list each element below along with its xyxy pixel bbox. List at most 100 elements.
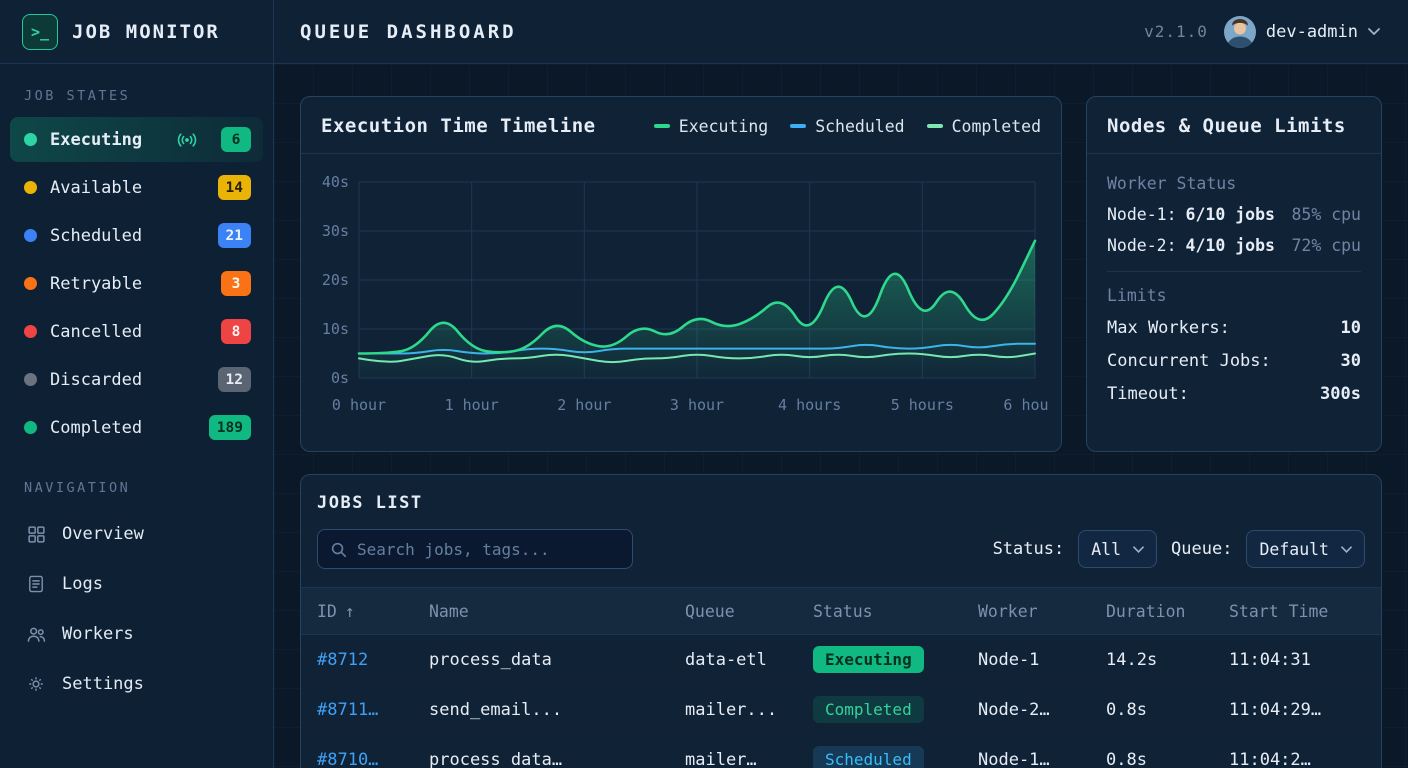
node-jobs: 4/10 jobs xyxy=(1185,236,1275,255)
sidebar-item-overview[interactable]: Overview xyxy=(0,509,273,559)
svg-text:20s: 20s xyxy=(322,271,349,289)
sidebar-state-item[interactable]: Retryable 3 xyxy=(10,261,263,306)
column-header-name[interactable]: Name xyxy=(429,602,685,621)
legend-swatch xyxy=(653,124,670,128)
main-content: Execution Time Timeline Executing Schedu… xyxy=(274,64,1408,768)
sidebar-state-item[interactable]: Scheduled 21 xyxy=(10,213,263,258)
cell-name: process_data xyxy=(429,649,552,670)
column-header-id[interactable]: ID ↑ xyxy=(317,602,429,621)
node-cpu: 85% cpu xyxy=(1291,205,1361,224)
cell-id: #8712 xyxy=(317,649,369,670)
limit-value: 10 xyxy=(1340,318,1361,338)
state-label: Completed xyxy=(50,417,143,438)
cell-start: 11:04:31 xyxy=(1229,649,1311,670)
gear-icon xyxy=(26,675,46,693)
svg-text:5 hours: 5 hours xyxy=(891,396,954,414)
cell-worker: Node-2… xyxy=(978,699,1050,720)
node-name: Node-1: xyxy=(1107,205,1177,224)
nav-list: Overview Logs Workers Settings xyxy=(0,509,273,709)
column-label: Status xyxy=(813,601,873,621)
state-count-badge: 12 xyxy=(217,367,251,392)
sidebar-state-item[interactable]: Available 14 xyxy=(10,165,263,210)
limit-row: Timeout: 300s xyxy=(1107,384,1361,404)
cell-duration: 14.2s xyxy=(1106,649,1158,670)
user-menu[interactable]: dev-admin xyxy=(1223,15,1380,48)
state-label: Discarded xyxy=(50,369,143,390)
cell-id: #8711… xyxy=(317,699,379,720)
status-filter-label: Status: xyxy=(992,539,1065,559)
svg-text:6 hours: 6 hours xyxy=(1003,396,1049,414)
cell-start: 11:04:29… xyxy=(1229,699,1322,720)
cell-name: process_data… xyxy=(429,749,563,768)
topbar: >_ JOB MONITOR QUEUE DASHBOARD v2.1.0 de… xyxy=(0,0,1408,64)
sidebar-state-item[interactable]: Completed 189 xyxy=(10,405,263,450)
chart-legend: Executing Scheduled Completed xyxy=(653,116,1041,136)
sidebar-state-item[interactable]: Discarded 12 xyxy=(10,357,263,402)
timeline-chart-svg: 0s 10s 20s 30s 40s 0 hour 1 hour 2 hour 3 hour 4 … xyxy=(322,173,1049,414)
sidebar-state-item[interactable]: Cancelled 8 xyxy=(10,309,263,354)
table-row[interactable]: #8711… send_email... mailer... Completed… xyxy=(301,685,1381,735)
limit-label: Max Workers: xyxy=(1107,318,1230,338)
search-icon xyxy=(330,541,347,558)
column-header-status[interactable]: Status xyxy=(813,602,978,621)
table-row[interactable]: #8712 process_data data-etl Executing No… xyxy=(301,635,1381,685)
column-header-start-time[interactable]: Start Time xyxy=(1229,602,1381,621)
column-label: Duration xyxy=(1106,601,1186,621)
sidebar-item-workers[interactable]: Workers xyxy=(0,609,273,659)
limit-row: Max Workers: 10 xyxy=(1107,318,1361,338)
timeline-title: Execution Time Timeline xyxy=(321,115,596,137)
legend-label: Executing xyxy=(678,116,769,136)
state-dot xyxy=(24,133,37,146)
legend-swatch xyxy=(790,124,807,128)
state-label: Cancelled xyxy=(50,321,143,342)
sidebar-state-item[interactable]: Executing 6 xyxy=(10,117,263,162)
limit-value: 300s xyxy=(1320,384,1361,404)
chevron-down-icon xyxy=(1368,28,1380,35)
queue-filter-label: Queue: xyxy=(1171,539,1233,559)
search-box xyxy=(317,529,633,569)
svg-text:1 hour: 1 hour xyxy=(445,396,499,414)
terminal-logo-icon: >_ xyxy=(22,13,58,50)
document-icon xyxy=(26,575,46,593)
state-label: Executing xyxy=(50,129,143,150)
state-count-badge: 21 xyxy=(217,223,251,248)
column-header-worker[interactable]: Worker xyxy=(978,602,1106,621)
state-dot xyxy=(24,229,37,242)
status-filter-select[interactable]: All xyxy=(1078,530,1158,568)
nodes-panel-title: Nodes & Queue Limits xyxy=(1107,115,1346,137)
jobs-list-title: JOBS LIST xyxy=(317,493,423,513)
cell-duration: 0.8s xyxy=(1106,749,1147,768)
sidebar: JOB STATES Executing 6 Available 14 Sche… xyxy=(0,64,274,768)
logo-glyph: >_ xyxy=(30,22,50,41)
state-count-badge: 8 xyxy=(221,319,251,344)
svg-text:0s: 0s xyxy=(331,369,349,387)
queue-filter-select[interactable]: Default xyxy=(1246,530,1365,568)
svg-text:30s: 30s xyxy=(322,222,349,240)
timeline-card: Execution Time Timeline Executing Schedu… xyxy=(300,96,1062,452)
state-label: Scheduled xyxy=(50,225,143,246)
search-input[interactable] xyxy=(357,539,620,559)
legend-label: Completed xyxy=(951,116,1041,136)
state-label: Available xyxy=(50,177,143,198)
table-row[interactable]: #8710… process_data… mailer… Scheduled N… xyxy=(301,735,1381,768)
state-label: Retryable xyxy=(50,273,143,294)
limit-label: Timeout: xyxy=(1107,384,1189,404)
svg-text:40s: 40s xyxy=(322,173,349,191)
legend-item-scheduled: Scheduled xyxy=(790,117,905,136)
limit-row: Concurrent Jobs: 30 xyxy=(1107,351,1361,371)
node-status-row: Node-1: 6/10 jobs 85% cpu xyxy=(1107,205,1361,224)
job-states-list: Executing 6 Available 14 Scheduled 21 Re… xyxy=(0,117,273,450)
version-label: v2.1.0 xyxy=(1144,22,1208,41)
svg-text:0 hour: 0 hour xyxy=(332,396,386,414)
sidebar-item-logs[interactable]: Logs xyxy=(0,559,273,609)
legend-swatch xyxy=(926,124,943,128)
cell-duration: 0.8s xyxy=(1106,699,1147,720)
column-header-duration[interactable]: Duration xyxy=(1106,602,1229,621)
status-filter-value: All xyxy=(1091,539,1122,559)
worker-status-label: Worker Status xyxy=(1107,174,1237,193)
status-badge: Executing xyxy=(813,646,924,673)
jobs-list-card: JOBS LIST Status: All Que xyxy=(300,474,1382,768)
sidebar-item-settings[interactable]: Settings xyxy=(0,659,273,709)
column-header-queue[interactable]: Queue xyxy=(685,602,813,621)
state-count-badge: 6 xyxy=(221,127,251,152)
